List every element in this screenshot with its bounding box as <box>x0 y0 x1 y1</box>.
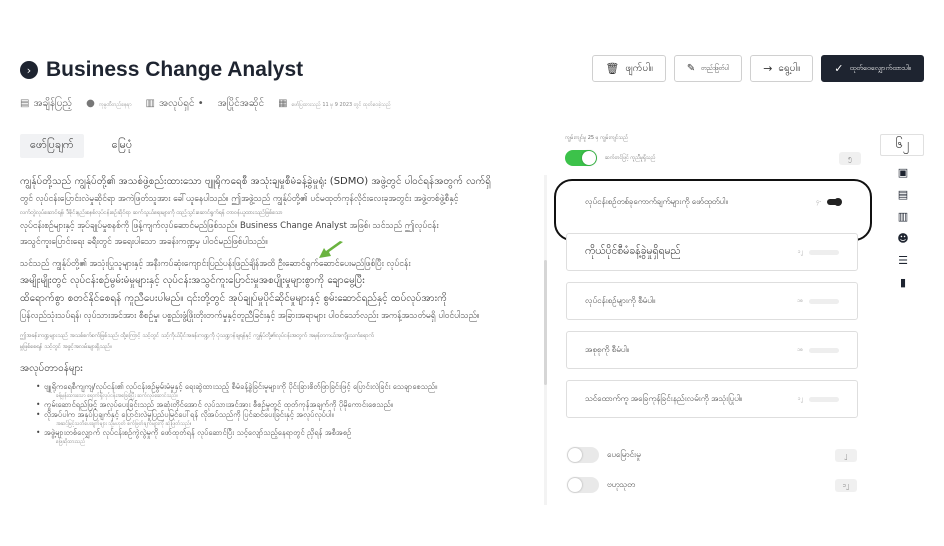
search-doc-icon[interactable]: ▣ <box>897 167 909 179</box>
right-toolbar-count[interactable]: ၆၂ <box>880 134 924 156</box>
tab-bar: ဖော်ပြချက် မြေပုံ <box>20 134 142 158</box>
skills-toggle-label: ဆက်တင်ဖြင့် ကူညီမှုရှိသည် <box>605 154 656 161</box>
map-pin-icon: ● <box>86 98 95 109</box>
list-check-icon[interactable]: ☰ <box>897 255 909 267</box>
list-sub-item: အဆင့်မြင့်သတိပေးချက်များ သို့မဟုတ် စက်ဖြ… <box>56 421 192 427</box>
bottom-toggles: ပေမြောင်းမှု ၂ ဗဟုသုတ ၁၂ <box>567 440 857 500</box>
chevron-right-circle-icon[interactable]: › <box>20 61 38 79</box>
delete-button[interactable]: 🗑 ဖျက်ပါ။ <box>592 55 666 82</box>
toggle-row-interest: ပေမြောင်းမှု ၂ <box>567 440 857 470</box>
paragraph-3: ဤအခန်းကဏ္ဍများသည် အသစ်စက်စက်ဖြစ်သည်၊ ထို… <box>20 333 374 350</box>
document-icon[interactable]: ▤ <box>897 189 909 201</box>
meta-location: ▤ အချိန်ပြည့် <box>20 98 73 109</box>
scrollbar-thumb[interactable] <box>544 260 547 385</box>
skills-toggle[interactable] <box>565 150 597 166</box>
trash-icon: 🗑 <box>605 62 620 75</box>
skill-card[interactable]: ကိုယ်ပိုင်စီမံခန့်ခွဲမှုရှိရမည် ၁၂ <box>566 233 858 271</box>
toggle-row-knowledge: ဗဟုသုတ ၁၂ <box>567 470 857 500</box>
pencil-icon: ✎ <box>686 63 696 74</box>
move-button[interactable]: → ရွေ့ပါ။ <box>750 55 814 82</box>
calendar-icon: ▦ <box>278 98 288 109</box>
meta-row: ▤ အချိန်ပြည့် ● ကုမ္ပဏီတည်နေရာ ▥ အလုပ်ရှင် … <box>20 96 391 111</box>
skill-card[interactable]: သင်ထောက်ကူ အခြေကုန်ခြင်းနည်းလမ်းကို အသုံ… <box>566 380 858 418</box>
users-icon[interactable]: ☻ <box>897 233 909 245</box>
description-content: ကျွန်ုပ်တို့သည် ကျွန်ုပ်တို့၏ အသစ်ဖွဲ့စည… <box>20 175 540 535</box>
tab-map[interactable]: မြေပုံ <box>102 134 143 158</box>
meta-department: ▥ အလုပ်ရှင် • <box>145 98 204 109</box>
meta-place: ● ကုမ္ပဏီတည်နေရာ <box>86 98 132 109</box>
interest-toggle[interactable] <box>567 447 599 463</box>
list-item: • လိုအပ်ပါက အနုပ်ပြချက်နှင့် ပြောင်းလဲမှု… <box>36 410 334 419</box>
meta-status: အပြိုင်အဆိုင် <box>217 98 265 109</box>
building-icon: ▥ <box>145 98 155 109</box>
right-toolbar: ၆၂ ▣ ▤ ▥ ☻ ☰ ▮ <box>880 134 926 294</box>
skills-toggle-count: ၅ <box>839 151 861 165</box>
publish-button[interactable]: ✓ ထုတ်ဝေလျှောက်ထားပါ။ <box>821 55 924 82</box>
skill-bar <box>809 396 839 402</box>
toolbar: 🗑 ဖျက်ပါ။ ✎ တည်းဖြတ်ပါ → ရွေ့ပါ။ ✓ ထုတ်ဝ… <box>592 55 924 82</box>
skills-note: ကျွမ်းကျင်မှု 25 မှ ကျွမ်းကျင်သည် <box>565 135 629 141</box>
meta-date: ▦ ဖော်ပြထားသည် 11 မှ 9 2023 တွင် ထုတ်ဝေခဲ… <box>278 98 391 109</box>
skill-card[interactable]: လုပ်ငန်းစဉ်များကို စီမံပါ။ ၁၈ <box>566 282 858 320</box>
arrow-pointer-icon <box>319 241 343 258</box>
list-item: • အဖွဲ့များတစ်လျှောက် လုပ်ငန်းစဉ်ကွဲလွဲမှ… <box>36 428 352 437</box>
edit-button[interactable]: ✎ တည်းဖြတ်ပါ <box>673 55 743 82</box>
skill-bar <box>809 249 839 255</box>
tab-description[interactable]: ဖော်ပြချက် <box>20 134 84 158</box>
briefcase-icon: ▤ <box>20 98 30 109</box>
skill-bar <box>809 347 839 353</box>
highlight-outline <box>554 179 872 241</box>
arrow-right-icon: → <box>763 62 773 75</box>
page-title: Business Change Analyst <box>46 58 304 81</box>
list-sub-item: ခန့်မှန်းထားသော ရောက်ရှိလုပ်ငန်းအခြေခံပြ… <box>56 393 178 399</box>
building-icon[interactable]: ▥ <box>897 211 909 223</box>
move-label: ရွေ့ပါ။ <box>778 63 801 74</box>
skills-panel: ကျွမ်းကျင်မှု 25 မှ ကျွမ်းကျင်သည် ဆက်တင်… <box>565 135 861 166</box>
check-icon: ✓ <box>834 62 844 75</box>
paragraph-1: ကျွန်ုပ်တို့သည် ကျွန်ုပ်တို့၏ အသစ်ဖွဲ့စည… <box>20 176 491 247</box>
delete-label: ဖျက်ပါ။ <box>625 63 653 74</box>
skill-card[interactable]: အစုစုကို စီမံပါ။ ၁၈ <box>566 331 858 369</box>
paragraph-2: သင်သည် ကျွန်ုပ်တို့၏ အသုံးပြုသူများနှင့်… <box>20 259 480 321</box>
list-item: • ကွမ်းဆောင်ရည်ဖြင့် အလုပ်ပေးခြင်းသည် အဆု… <box>36 400 394 409</box>
file-icon[interactable]: ▮ <box>897 277 909 289</box>
publish-label: ထုတ်ဝေလျှောက်ထားပါ။ <box>849 63 911 72</box>
skill-bar <box>809 298 839 304</box>
knowledge-toggle[interactable] <box>567 477 599 493</box>
right-toolbar-icons: ▣ ▤ ▥ ☻ ☰ ▮ <box>880 162 926 294</box>
list-sub-item: ဖြေဆိုထားသည် <box>56 439 86 445</box>
skills-toggle-row: ဆက်တင်ဖြင့် ကူညီမှုရှိသည် ၅ <box>565 150 861 166</box>
responsibilities-heading: အလုပ်တာဝန်များ <box>20 363 83 374</box>
edit-label: တည်းဖြတ်ပါ <box>701 65 730 72</box>
page-header: › Business Change Analyst <box>20 56 303 84</box>
list-item: • ဗျူရိုကရေစီကျကျ/လုပ်ငန်း၏ လုပ်ငန်းစဉ်မွ… <box>36 382 438 391</box>
